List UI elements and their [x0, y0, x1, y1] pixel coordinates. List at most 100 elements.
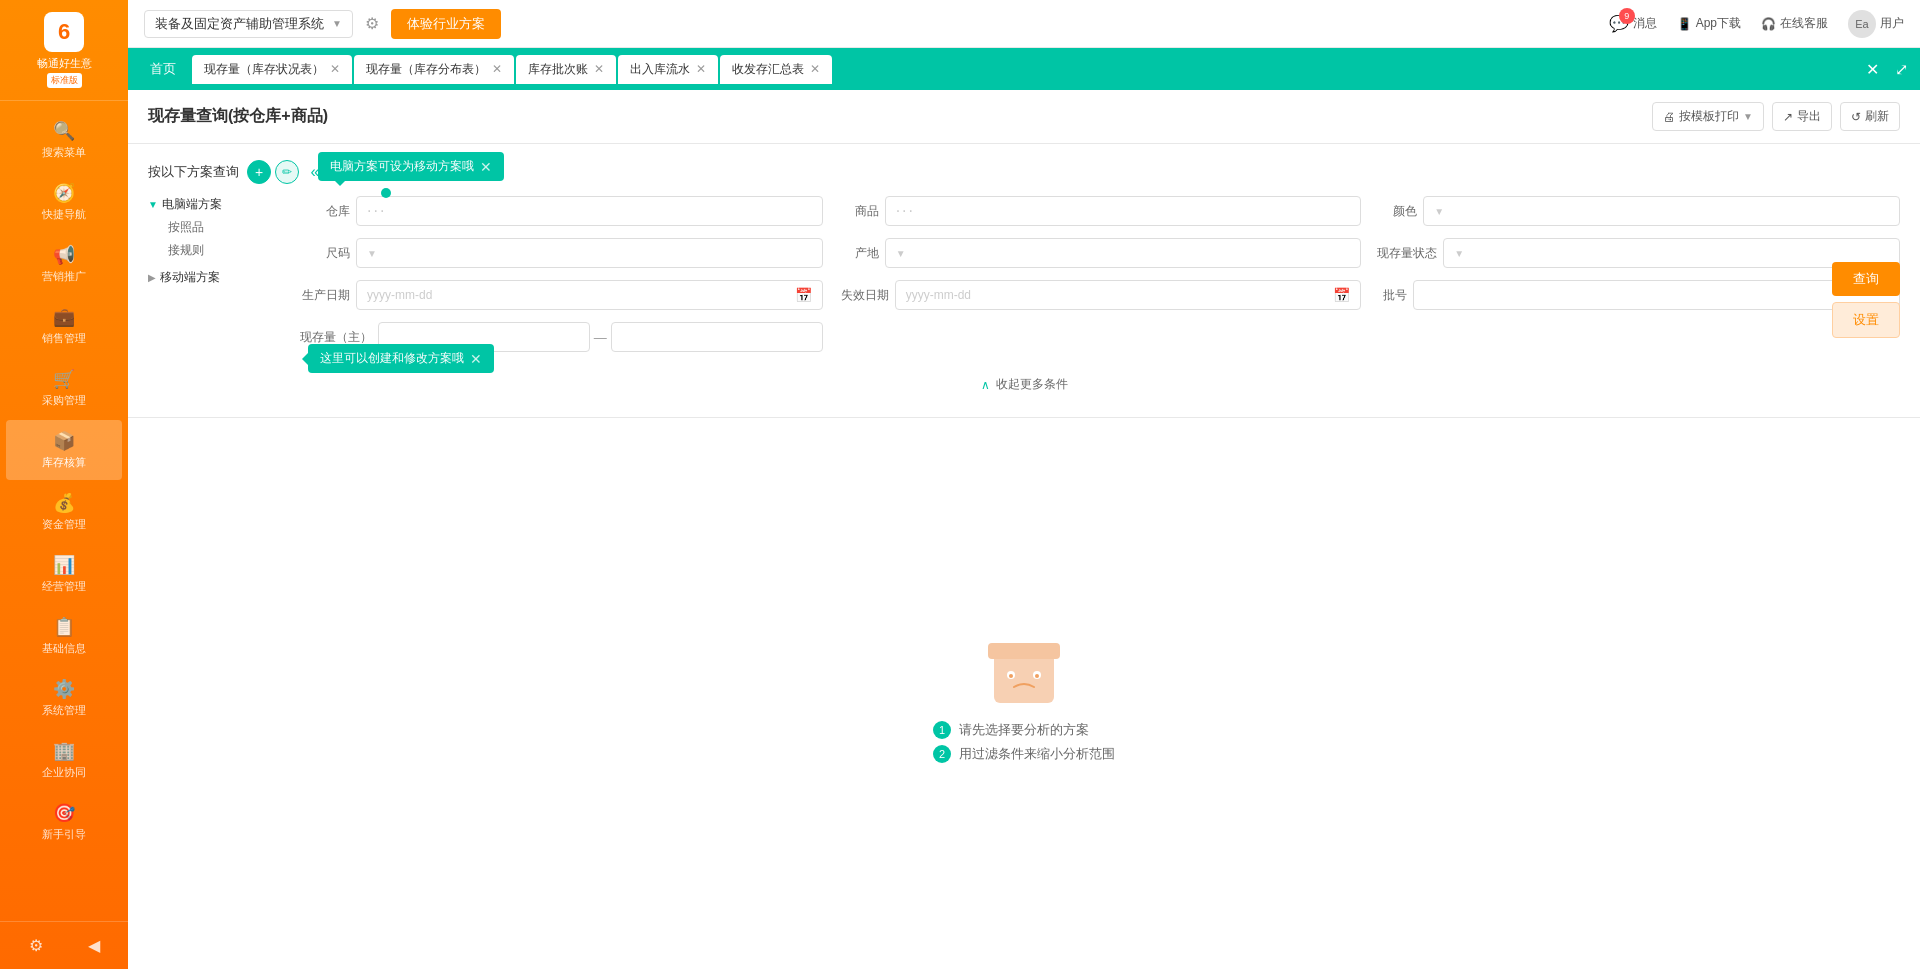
- sidebar-item-operation[interactable]: 📊 经营管理: [6, 544, 122, 604]
- warehouse-input[interactable]: ···: [356, 196, 823, 226]
- close-tab-collect-icon[interactable]: ✕: [810, 62, 820, 76]
- expand-mobile-icon: ▶: [148, 272, 156, 283]
- page-actions: 🖨 按模板打印 ▼ ↗ 导出 ↺ 刷新: [1652, 102, 1900, 131]
- main-area: 装备及固定资产辅助管理系统 ▼ ⚙ 体验行业方案 💬 9 消息 📱 App下载 …: [128, 0, 1920, 969]
- expand-icon: ▼: [148, 199, 158, 210]
- tooltip2-close-icon[interactable]: ✕: [470, 351, 482, 367]
- filter-row-3: 生产日期 yyyy-mm-dd 📅 失效日期 yyyy-mm-dd 📅: [300, 280, 1900, 310]
- tooltip-create-hint: 这里可以创建和修改方案哦 ✕: [308, 344, 494, 373]
- app-download-button[interactable]: 📱 App下载: [1677, 15, 1741, 32]
- chevron-down-color-icon: ▼: [1434, 206, 1444, 217]
- sidebar-item-marketing[interactable]: 📢 营销推广: [6, 234, 122, 294]
- reset-button[interactable]: 设置: [1832, 302, 1900, 338]
- sidebar-item-search-menu[interactable]: 🔍 搜索菜单: [6, 110, 122, 170]
- close-tab-inout-icon[interactable]: ✕: [696, 62, 706, 76]
- online-service-button[interactable]: 🎧 在线客服: [1761, 15, 1828, 32]
- edit-schema-button[interactable]: ✏: [275, 160, 299, 184]
- settings-bottom-icon[interactable]: ⚙: [25, 932, 47, 959]
- sidebar-item-enterprise[interactable]: 🏢 企业协同: [6, 730, 122, 790]
- message-button[interactable]: 💬 9 消息: [1609, 14, 1657, 33]
- tab-collect-send[interactable]: 收发存汇总表 ✕: [720, 55, 832, 84]
- stock-qty-to[interactable]: [611, 322, 823, 352]
- arrow-down-icon: ▼: [1743, 111, 1753, 122]
- page-header: 现存量查询(按仓库+商品) 🖨 按模板打印 ▼ ↗ 导出 ↺ 刷新: [128, 90, 1920, 144]
- sidebar-item-label: 搜索菜单: [42, 145, 86, 160]
- filter-row-4: 现存量（主） —: [300, 322, 1900, 352]
- sidebar-nav: 🔍 搜索菜单 🧭 快捷导航 📢 营销推广 💼 销售管理 🛒 采购管理 📦 库存核…: [0, 101, 128, 921]
- filter-area: 按以下方案查询 + ✏ « 电脑方案可设为移动方案哦 ✕: [128, 144, 1920, 418]
- tab-bar: 首页 现存量（库存状况表） ✕ 现存量（库存分布表） ✕ 库存批次账 ✕ 出入库…: [128, 48, 1920, 90]
- calendar2-icon: 📅: [1333, 287, 1350, 303]
- batch-input[interactable]: [1413, 280, 1900, 310]
- color-label: 颜色: [1377, 203, 1417, 220]
- product-input[interactable]: ···: [885, 196, 1362, 226]
- chevron-down-status-icon: ▼: [1454, 248, 1464, 259]
- top-header: 装备及固定资产辅助管理系统 ▼ ⚙ 体验行业方案 💬 9 消息 📱 App下载 …: [128, 0, 1920, 48]
- sidebar-logo: 6 畅通好生意 标准版: [0, 0, 128, 101]
- app-logo-icon: 6: [44, 12, 84, 52]
- prod-date-input[interactable]: yyyy-mm-dd 📅: [356, 280, 823, 310]
- tab-bar-end-buttons: ✕ ⤢: [1862, 56, 1912, 83]
- sidebar-item-quick-nav[interactable]: 🧭 快捷导航: [6, 172, 122, 232]
- schema-item-1[interactable]: 按照品: [168, 217, 288, 238]
- maximize-icon[interactable]: ⤢: [1891, 56, 1912, 83]
- export-icon: ↗: [1783, 110, 1793, 124]
- tooltip1-close-icon[interactable]: ✕: [480, 159, 492, 175]
- finance-icon: 💰: [53, 492, 75, 514]
- color-select[interactable]: ▼: [1423, 196, 1900, 226]
- filter-label: 按以下方案查询: [148, 163, 239, 181]
- schema-mobile-label: 移动端方案: [160, 269, 220, 286]
- close-tab-inventory-dist-icon[interactable]: ✕: [492, 62, 502, 76]
- stock-qty-label: 现存量（主）: [300, 329, 372, 346]
- origin-select[interactable]: ▼: [885, 238, 1362, 268]
- sidebar-item-inventory[interactable]: 📦 库存核算: [6, 420, 122, 480]
- sidebar-footer: ⚙ ◀: [0, 921, 128, 969]
- empty-hint-2: 2 用过滤条件来缩小分析范围: [933, 745, 1115, 763]
- dots-icon: ···: [367, 202, 386, 220]
- filter-fields: 仓库 ··· 商品 ··· 颜色: [300, 196, 1900, 356]
- empty-hints: 1 请先选择要分析的方案 2 用过滤条件来缩小分析范围: [933, 721, 1115, 763]
- message-icon: 💬 9: [1609, 14, 1629, 33]
- tab-inout-flow[interactable]: 出入库流水 ✕: [618, 55, 718, 84]
- sidebar-item-purchase[interactable]: 🛒 采购管理: [6, 358, 122, 418]
- edit-icon: ✏: [282, 165, 292, 179]
- tab-inventory-status[interactable]: 现存量（库存状况表） ✕: [192, 55, 352, 84]
- export-button[interactable]: ↗ 导出: [1772, 102, 1832, 131]
- sidebar-item-sales[interactable]: 💼 销售管理: [6, 296, 122, 356]
- close-tab-batch-icon[interactable]: ✕: [594, 62, 604, 76]
- tooltip2-text: 这里可以创建和修改方案哦: [320, 350, 464, 367]
- schema-list: ▼ 电脑端方案 按照品 接规则 ▶ 移动端方案: [148, 196, 288, 356]
- schema-desktop[interactable]: ▼ 电脑端方案: [148, 196, 288, 213]
- search-button[interactable]: 查询: [1832, 262, 1900, 296]
- schema-mobile[interactable]: ▶ 移动端方案: [148, 269, 288, 286]
- schema-section: ▼ 电脑端方案 按照品 接规则 ▶ 移动端方案 这里可以创建和修改方案哦: [148, 196, 1900, 356]
- user-menu[interactable]: Ea 用户: [1848, 10, 1904, 38]
- quick-nav-icon: 🧭: [53, 182, 75, 204]
- template-print-button[interactable]: 🖨 按模板打印 ▼: [1652, 102, 1764, 131]
- collapse-sidebar-icon[interactable]: ◀: [84, 932, 104, 959]
- expire-date-input[interactable]: yyyy-mm-dd 📅: [895, 280, 1362, 310]
- plan-button[interactable]: 体验行业方案: [391, 9, 501, 39]
- tab-home[interactable]: 首页: [136, 52, 190, 86]
- size-select[interactable]: ▼: [356, 238, 823, 268]
- headset-icon: 🎧: [1761, 17, 1776, 31]
- close-tab-inventory-status-icon[interactable]: ✕: [330, 62, 340, 76]
- sidebar-item-system[interactable]: ⚙️ 系统管理: [6, 668, 122, 728]
- add-schema-button[interactable]: +: [247, 160, 271, 184]
- schema-item-2[interactable]: 接规则: [168, 240, 288, 261]
- tab-batch-ledger[interactable]: 库存批次账 ✕: [516, 55, 616, 84]
- range-dash: —: [594, 330, 607, 345]
- filter-row-2: 尺码 ▼ 产地 ▼ 现存量状态: [300, 238, 1900, 268]
- close-all-tabs-icon[interactable]: ✕: [1862, 56, 1883, 83]
- stock-status-label: 现存量状态: [1377, 245, 1437, 262]
- phone-icon: 📱: [1677, 17, 1692, 31]
- system-selector[interactable]: 装备及固定资产辅助管理系统 ▼: [144, 10, 353, 38]
- settings-icon[interactable]: ⚙: [365, 14, 379, 33]
- sidebar-item-guide[interactable]: 🎯 新手引导: [6, 792, 122, 852]
- refresh-button[interactable]: ↺ 刷新: [1840, 102, 1900, 131]
- guide-icon: 🎯: [53, 802, 75, 824]
- tab-inventory-dist[interactable]: 现存量（库存分布表） ✕: [354, 55, 514, 84]
- sidebar-item-basic[interactable]: 📋 基础信息: [6, 606, 122, 666]
- sidebar-item-finance[interactable]: 💰 资金管理: [6, 482, 122, 542]
- filter-row-1: 仓库 ··· 商品 ··· 颜色: [300, 196, 1900, 226]
